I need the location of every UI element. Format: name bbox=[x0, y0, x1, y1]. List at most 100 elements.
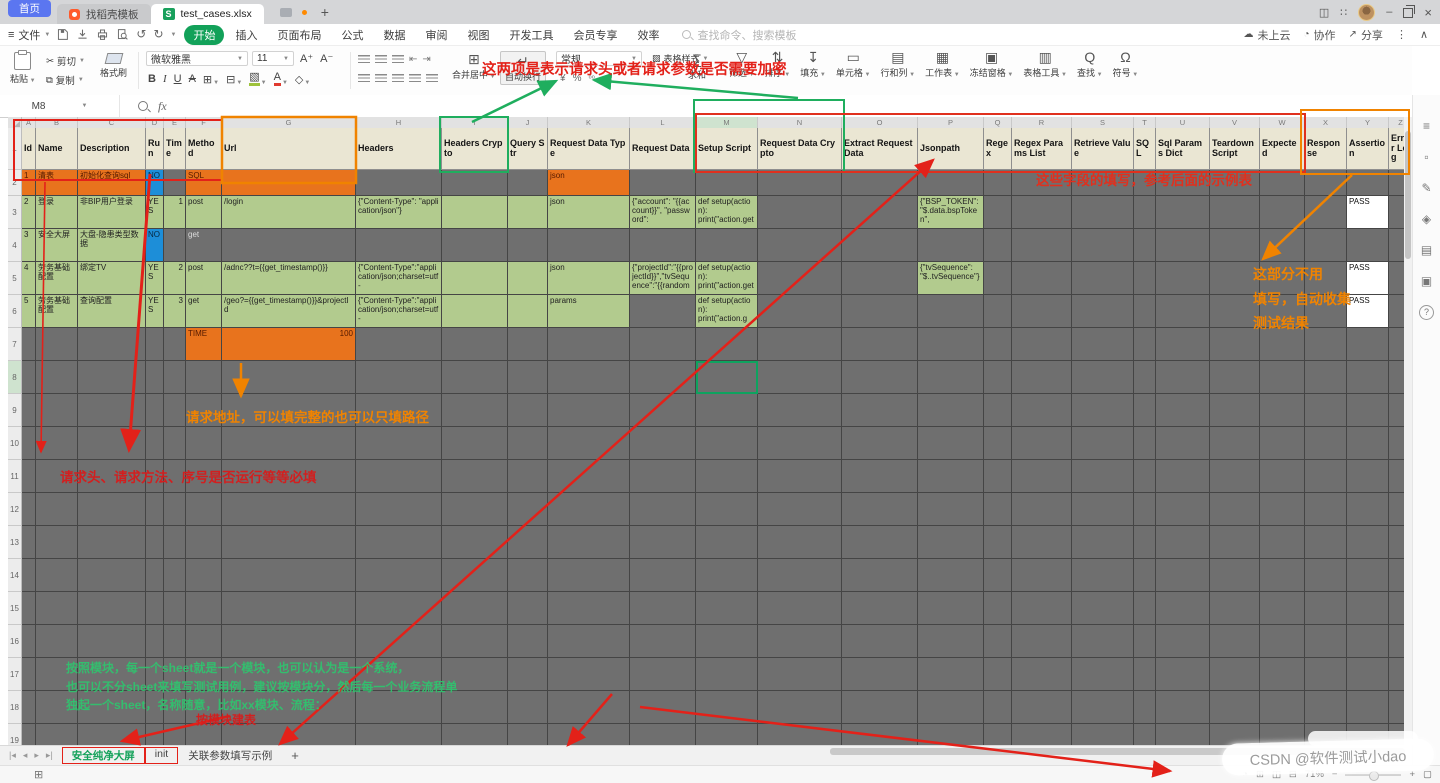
cell-D11[interactable] bbox=[146, 460, 164, 493]
cell-Y6[interactable]: PASS bbox=[1347, 295, 1389, 328]
file-menu[interactable]: ≡ 文件 ▼ bbox=[8, 27, 50, 43]
cell-I11[interactable] bbox=[442, 460, 508, 493]
cell-O12[interactable] bbox=[842, 493, 918, 526]
cell-N19[interactable] bbox=[758, 724, 842, 745]
cell-G6[interactable]: /geo?={{get_timestamp()}}&projectId bbox=[222, 295, 356, 328]
cell-B19[interactable] bbox=[36, 724, 78, 745]
cell-V8[interactable] bbox=[1210, 361, 1260, 394]
cell-W13[interactable] bbox=[1260, 526, 1305, 559]
cell-N16[interactable] bbox=[758, 625, 842, 658]
column-header-G[interactable]: G bbox=[222, 117, 356, 128]
cell-Y17[interactable] bbox=[1347, 658, 1389, 691]
sheet-nav-buttons[interactable]: |◂◂ ▸▸| bbox=[0, 750, 62, 761]
cell-S17[interactable] bbox=[1072, 658, 1134, 691]
cell-O18[interactable] bbox=[842, 691, 918, 724]
menu-right-2[interactable]: ↗分享 bbox=[1349, 27, 1383, 43]
freeze-button[interactable]: ▣冻结窗格 ▼ bbox=[967, 50, 1017, 79]
cell-V16[interactable] bbox=[1210, 625, 1260, 658]
cell-I1[interactable]: Headers Crypto bbox=[442, 128, 508, 170]
cell-F18[interactable] bbox=[186, 691, 222, 724]
cell-B3[interactable]: 登录 bbox=[36, 196, 78, 229]
align-bottom-icon[interactable] bbox=[392, 55, 404, 65]
window-tab-document[interactable]: Stest_cases.xlsx bbox=[151, 4, 264, 24]
cell-F8[interactable] bbox=[186, 361, 222, 394]
cell-O17[interactable] bbox=[842, 658, 918, 691]
cell-A2[interactable]: 1 bbox=[22, 170, 36, 196]
cell-G16[interactable] bbox=[222, 625, 356, 658]
menu-tab-页面布局[interactable]: 页面布局 bbox=[268, 25, 330, 45]
cell-F2[interactable]: SQL bbox=[186, 170, 222, 196]
cell-K9[interactable] bbox=[548, 394, 630, 427]
cell-E2[interactable] bbox=[164, 170, 186, 196]
cell-S18[interactable] bbox=[1072, 691, 1134, 724]
cell-T18[interactable] bbox=[1134, 691, 1156, 724]
cell-E12[interactable] bbox=[164, 493, 186, 526]
window-tab-docer[interactable]: 找稻壳模板 bbox=[57, 4, 151, 24]
split-view-icon[interactable]: ◫ bbox=[1319, 6, 1329, 19]
cell-L12[interactable] bbox=[630, 493, 696, 526]
cell-R2[interactable] bbox=[1012, 170, 1072, 196]
cell-U17[interactable] bbox=[1156, 658, 1210, 691]
cell-Q12[interactable] bbox=[984, 493, 1012, 526]
cell-S15[interactable] bbox=[1072, 592, 1134, 625]
cell-U18[interactable] bbox=[1156, 691, 1210, 724]
cell-F15[interactable] bbox=[186, 592, 222, 625]
cell-I4[interactable] bbox=[442, 229, 508, 262]
column-header-V[interactable]: V bbox=[1210, 117, 1260, 128]
minimize-button[interactable]: – bbox=[1386, 6, 1392, 18]
cell-O7[interactable] bbox=[842, 328, 918, 361]
align-center-icon[interactable] bbox=[375, 74, 387, 84]
cell-L1[interactable]: Request Data bbox=[630, 128, 696, 170]
cell-S16[interactable] bbox=[1072, 625, 1134, 658]
sheet-manage-icon[interactable]: ⊞ bbox=[0, 768, 43, 781]
cell-I17[interactable] bbox=[442, 658, 508, 691]
redo-icon[interactable]: ↻ bbox=[153, 28, 163, 41]
cell-M17[interactable] bbox=[696, 658, 758, 691]
save-icon[interactable] bbox=[56, 28, 69, 41]
cell-I13[interactable] bbox=[442, 526, 508, 559]
cell-J10[interactable] bbox=[508, 427, 548, 460]
cell-D14[interactable] bbox=[146, 559, 164, 592]
font-grow-shrink[interactable]: A⁺ A⁻ bbox=[300, 52, 333, 65]
number-format-select[interactable]: 常规▼ bbox=[556, 51, 642, 66]
cell-F10[interactable] bbox=[186, 427, 222, 460]
cell-F7[interactable]: TIME bbox=[186, 328, 222, 361]
wrap-text-button[interactable]: ↵ 自动换行 bbox=[500, 51, 546, 85]
cell-J5[interactable] bbox=[508, 262, 548, 295]
cell-F4[interactable]: get bbox=[186, 229, 222, 262]
sort-button[interactable]: ⇅排序 ▼ bbox=[762, 50, 794, 79]
cell-U10[interactable] bbox=[1156, 427, 1210, 460]
cell-A16[interactable] bbox=[22, 625, 36, 658]
cell-F12[interactable] bbox=[186, 493, 222, 526]
settings-icon[interactable]: ≡ bbox=[1419, 119, 1434, 133]
cell-C3[interactable]: 非BIP用户登录 bbox=[78, 196, 146, 229]
row-header-4[interactable]: 4 bbox=[8, 229, 22, 262]
cell-T13[interactable] bbox=[1134, 526, 1156, 559]
cell-G13[interactable] bbox=[222, 526, 356, 559]
cell-J16[interactable] bbox=[508, 625, 548, 658]
cell-E4[interactable] bbox=[164, 229, 186, 262]
column-header-H[interactable]: H bbox=[356, 117, 442, 128]
cell-C2[interactable]: 初始化查询sql bbox=[78, 170, 146, 196]
cell-name-box[interactable]: M8▼ bbox=[0, 95, 120, 117]
cell-S5[interactable] bbox=[1072, 262, 1134, 295]
cell-F14[interactable] bbox=[186, 559, 222, 592]
cell-Q1[interactable]: Regex bbox=[984, 128, 1012, 170]
column-header-A[interactable]: A bbox=[22, 117, 36, 128]
cell-R9[interactable] bbox=[1012, 394, 1072, 427]
row-header-7[interactable]: 7 bbox=[8, 328, 22, 361]
vertical-scrollbar[interactable] bbox=[1404, 117, 1412, 745]
row-header-3[interactable]: 3 bbox=[8, 196, 22, 229]
cell-T17[interactable] bbox=[1134, 658, 1156, 691]
cell-J1[interactable]: Query Str bbox=[508, 128, 548, 170]
cell-P4[interactable] bbox=[918, 229, 984, 262]
cell-A17[interactable] bbox=[22, 658, 36, 691]
cell-A18[interactable] bbox=[22, 691, 36, 724]
cell-E9[interactable] bbox=[164, 394, 186, 427]
cell-Q5[interactable] bbox=[984, 262, 1012, 295]
cell-L10[interactable] bbox=[630, 427, 696, 460]
row-header-17[interactable]: 17 bbox=[8, 658, 22, 691]
cell-K15[interactable] bbox=[548, 592, 630, 625]
cell-Y1[interactable]: Assertion bbox=[1347, 128, 1389, 170]
bookmark-icon[interactable]: ▣ bbox=[1419, 274, 1434, 288]
